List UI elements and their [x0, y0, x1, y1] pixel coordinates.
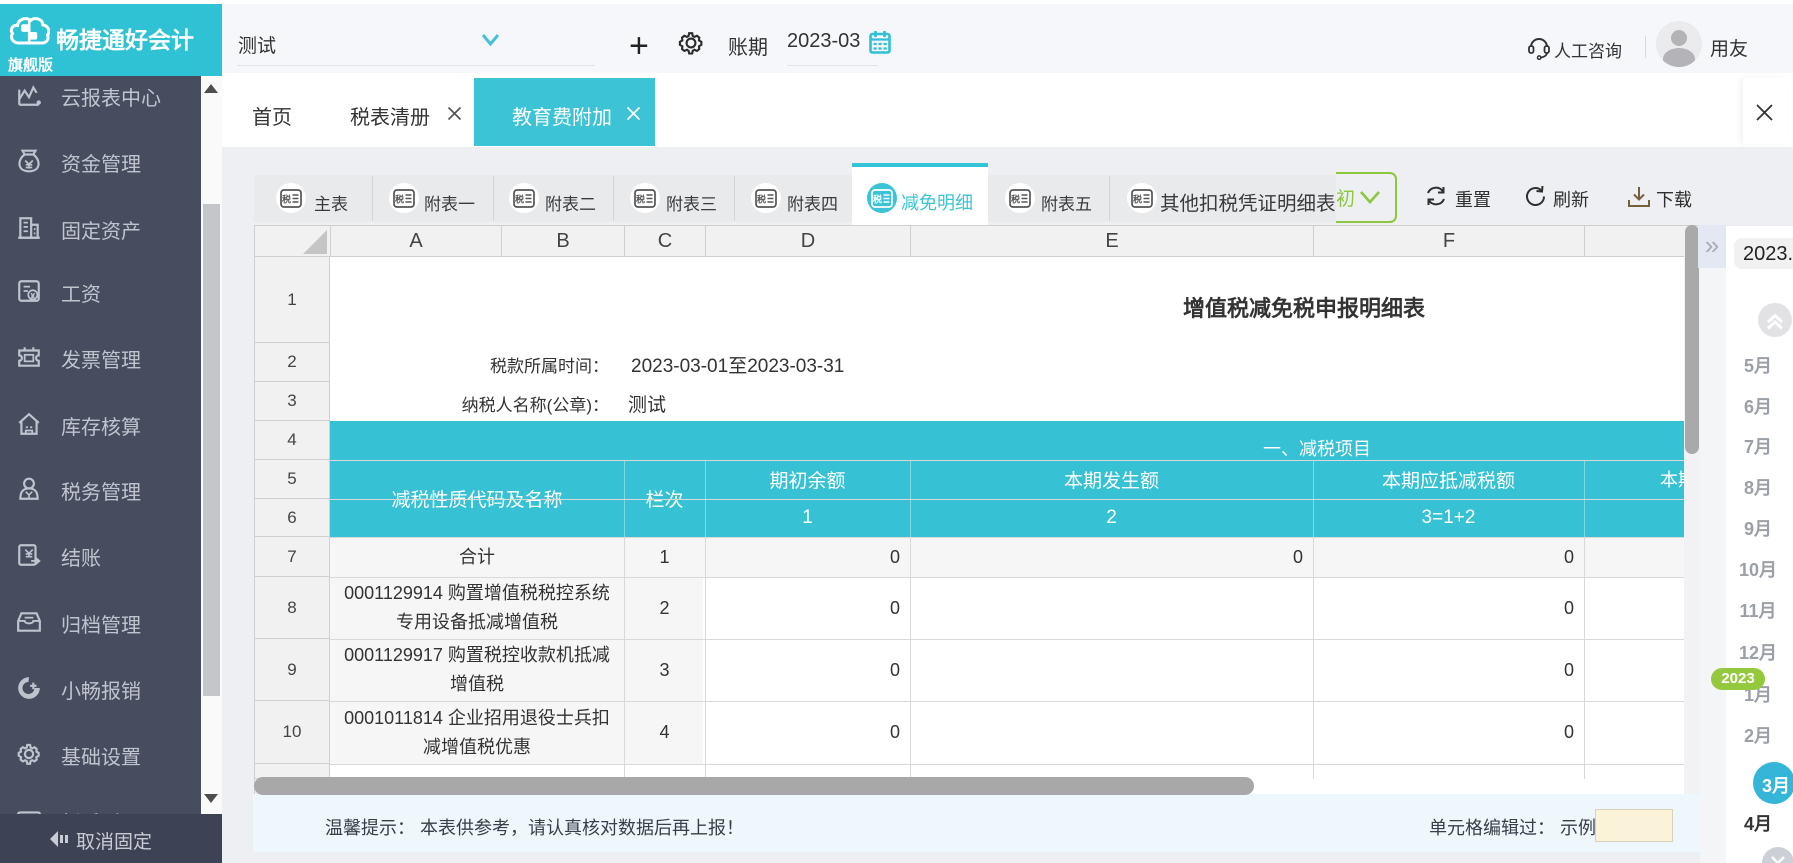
svg-text:税: 税: [515, 194, 524, 205]
svg-text:税: 税: [757, 194, 766, 205]
svg-text:税: 税: [636, 194, 645, 205]
svg-text:税: 税: [282, 194, 291, 205]
svg-text:税: 税: [1011, 194, 1020, 205]
svg-text:税: 税: [873, 194, 882, 205]
svg-text:税: 税: [1133, 194, 1142, 205]
svg-text:税: 税: [395, 194, 404, 205]
